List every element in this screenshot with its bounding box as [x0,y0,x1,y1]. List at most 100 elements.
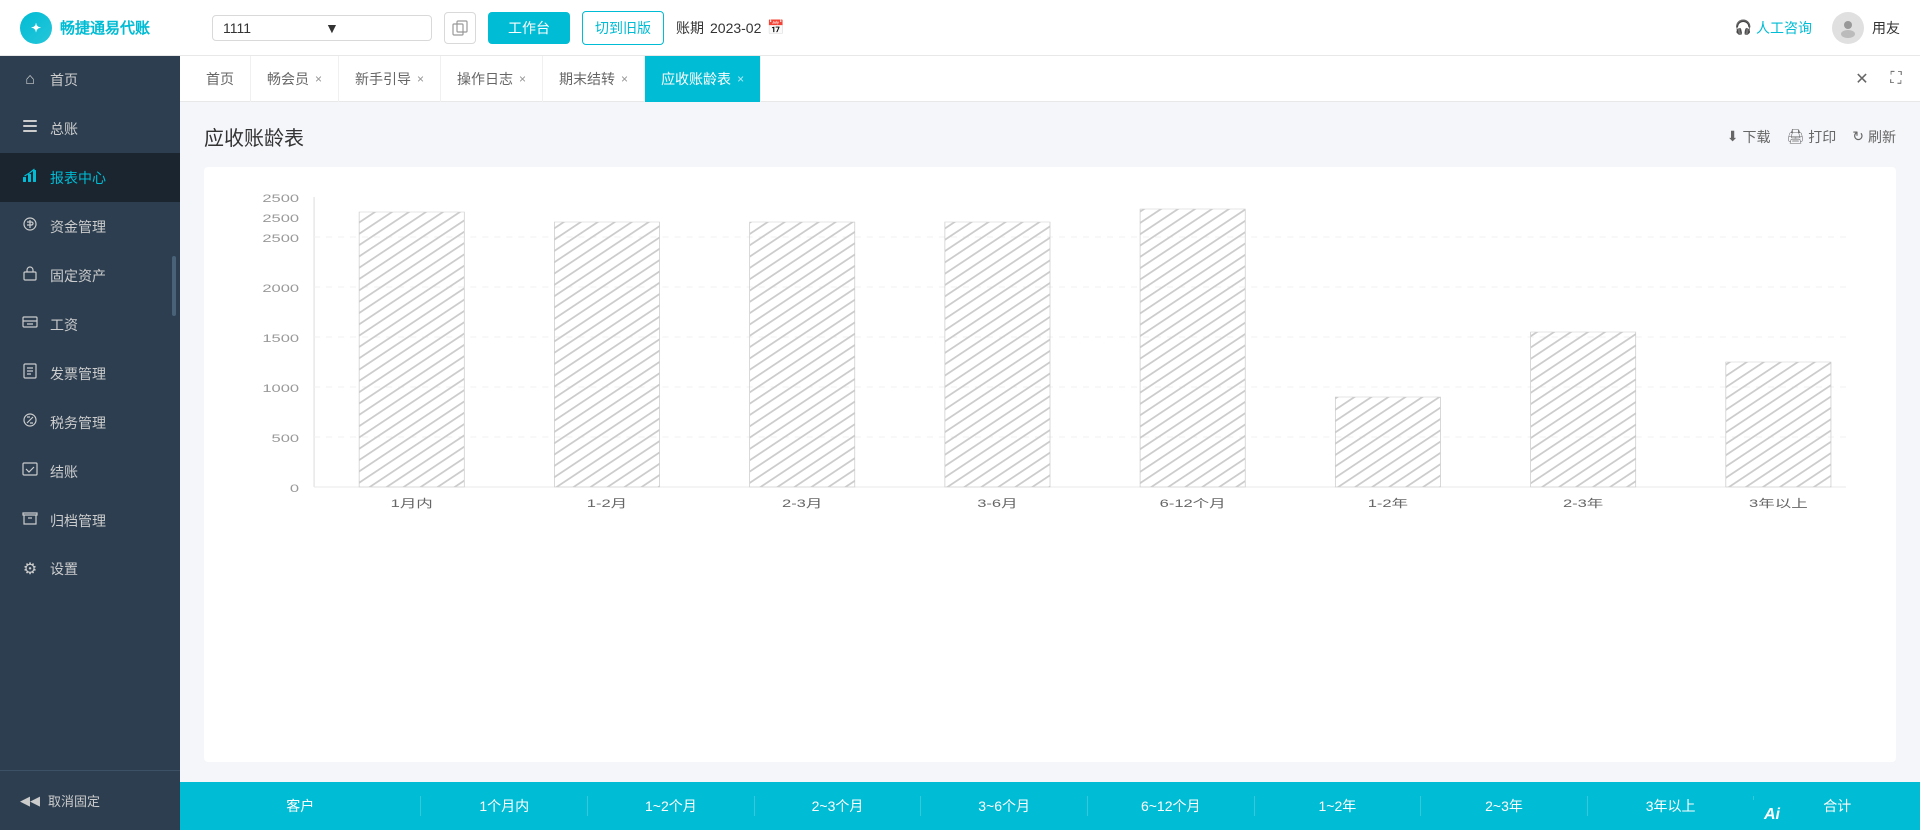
svg-text:1000: 1000 [262,382,299,395]
col-2-3year: 2~3年 [1421,796,1588,816]
period-value: 2023-02 [710,20,761,36]
refresh-icon: ↻ [1852,128,1864,145]
page-title: 应收账龄表 [204,122,304,151]
sidebar-item-tax[interactable]: 税务管理 [0,398,180,447]
tab-aging-close[interactable]: × [737,73,744,85]
sidebar: ⌂ 首页 总账 报表中心 [0,56,180,830]
unpin-button[interactable]: ◀◀ 取消固定 [0,781,180,820]
sidebar-bottom: ◀◀ 取消固定 [0,770,180,830]
tab-member-close[interactable]: × [315,73,322,85]
user-avatar [1832,12,1864,44]
user-area[interactable]: 用友 [1832,12,1900,44]
print-label: 打印 [1808,127,1836,147]
home-icon: ⌂ [20,71,40,89]
sidebar-item-reports[interactable]: 报表中心 [0,153,180,202]
refresh-label: 刷新 [1868,127,1896,147]
tab-yearend[interactable]: 期末结转 × [543,56,645,102]
logo-area: ✦ 畅捷通易代账 [20,12,200,44]
svg-text:1500: 1500 [262,332,299,345]
period-label: 账期 [676,18,704,38]
tab-guide-label: 新手引导 [355,69,411,89]
bar-chart: 0 500 1000 1500 2000 2500 2500 2500 [224,187,1876,547]
page-actions: ⬇ 下载 🖨 打印 ↻ 刷新 [1727,127,1896,147]
tab-member-label: 畅会员 [267,69,309,89]
tab-home-label: 首页 [206,69,234,89]
consult-button[interactable]: 🎧 人工咨询 [1735,18,1812,38]
download-icon: ⬇ [1727,128,1739,145]
tab-yearend-close[interactable]: × [621,73,628,85]
download-button[interactable]: ⬇ 下载 [1727,127,1771,147]
refresh-button[interactable]: ↻ 刷新 [1852,127,1896,147]
workbench-button[interactable]: 工作台 [488,12,570,44]
dropdown-arrow-icon: ▼ [325,20,421,36]
page-header: 应收账龄表 ⬇ 下载 🖨 打印 ↻ 刷新 [204,122,1896,151]
tab-bar: 首页 畅会员 × 新手引导 × 操作日志 × 期末结转 × 应收账龄表 × [180,56,1920,102]
period-area: 账期 2023-02 📅 [676,18,785,38]
page-content: 应收账龄表 ⬇ 下载 🖨 打印 ↻ 刷新 [180,102,1920,782]
sidebar-item-archive[interactable]: 归档管理 [0,496,180,545]
account-name: 1111 [223,20,319,36]
payroll-icon [20,314,40,335]
ledger-icon [20,118,40,139]
user-name: 用友 [1872,18,1900,38]
sidebar-label-settlement: 结账 [50,462,78,482]
svg-text:2500: 2500 [262,192,299,205]
scroll-indicator [172,256,176,316]
sidebar-item-assets[interactable]: 固定资产 [0,251,180,300]
unpin-label: 取消固定 [48,791,100,810]
logo-text: 畅捷通易代账 [60,17,150,38]
tab-aging-label: 应收账龄表 [661,69,731,89]
svg-text:2000: 2000 [262,282,299,295]
sidebar-label-archive: 归档管理 [50,511,106,531]
svg-text:2500: 2500 [262,212,299,225]
sidebar-item-ledger[interactable]: 总账 [0,104,180,153]
svg-text:6-12个月: 6-12个月 [1160,497,1226,510]
svg-text:3年以上: 3年以上 [1749,497,1808,510]
main-layout: ⌂ 首页 总账 报表中心 [0,56,1920,830]
tab-oplog[interactable]: 操作日志 × [441,56,543,102]
sidebar-item-payroll[interactable]: 工资 [0,300,180,349]
sidebar-item-funds[interactable]: 资金管理 [0,202,180,251]
assets-icon [20,265,40,286]
chart-container: 0 500 1000 1500 2000 2500 2500 2500 [204,167,1896,762]
sidebar-item-settlement[interactable]: 结账 [0,447,180,496]
svg-text:1-2月: 1-2月 [587,497,627,510]
print-button[interactable]: 🖨 打印 [1786,127,1836,147]
settings-icon: ⚙ [20,559,40,579]
svg-text:1-2年: 1-2年 [1368,497,1408,510]
consult-label: 人工咨询 [1756,18,1812,38]
tab-home[interactable]: 首页 [190,56,251,102]
sidebar-item-invoice[interactable]: 发票管理 [0,349,180,398]
col-1-2year: 1~2年 [1255,796,1422,816]
tab-yearend-label: 期末结转 [559,69,615,89]
svg-text:2-3月: 2-3月 [782,497,822,510]
content-area: 首页 畅会员 × 新手引导 × 操作日志 × 期末结转 × 应收账龄表 × [180,56,1920,830]
pin-icon: ◀◀ [20,793,40,809]
headset-icon: 🎧 [1735,19,1752,36]
tab-guide-close[interactable]: × [417,73,424,85]
col-1-2month: 1~2个月 [588,796,755,816]
svg-text:3-6月: 3-6月 [977,497,1017,510]
svg-text:500: 500 [272,432,300,445]
ai-badge[interactable]: Ai [1744,800,1800,830]
expand-tab-button[interactable]: ⛶ [1882,65,1910,93]
svg-text:2500: 2500 [262,232,299,245]
archive-icon [20,510,40,531]
copy-button[interactable] [444,12,476,44]
sidebar-label-funds: 资金管理 [50,217,106,237]
svg-text:1月内: 1月内 [391,497,433,510]
tab-aging[interactable]: 应收账龄表 × [645,56,761,102]
close-tab-button[interactable]: ✕ [1848,65,1876,93]
tab-oplog-close[interactable]: × [519,73,526,85]
sidebar-label-ledger: 总账 [50,119,78,139]
sidebar-item-home[interactable]: ⌂ 首页 [0,56,180,104]
sidebar-item-settings[interactable]: ⚙ 设置 [0,545,180,593]
switch-version-button[interactable]: 切到旧版 [582,11,664,45]
calendar-icon[interactable]: 📅 [767,19,784,36]
account-selector[interactable]: 1111 ▼ [212,15,432,41]
svg-text:0: 0 [290,482,299,495]
top-header: ✦ 畅捷通易代账 1111 ▼ 工作台 切到旧版 账期 2023-02 📅 🎧 … [0,0,1920,56]
tab-guide[interactable]: 新手引导 × [339,56,441,102]
tab-member[interactable]: 畅会员 × [251,56,339,102]
col-2-3month: 2~3个月 [755,796,922,816]
